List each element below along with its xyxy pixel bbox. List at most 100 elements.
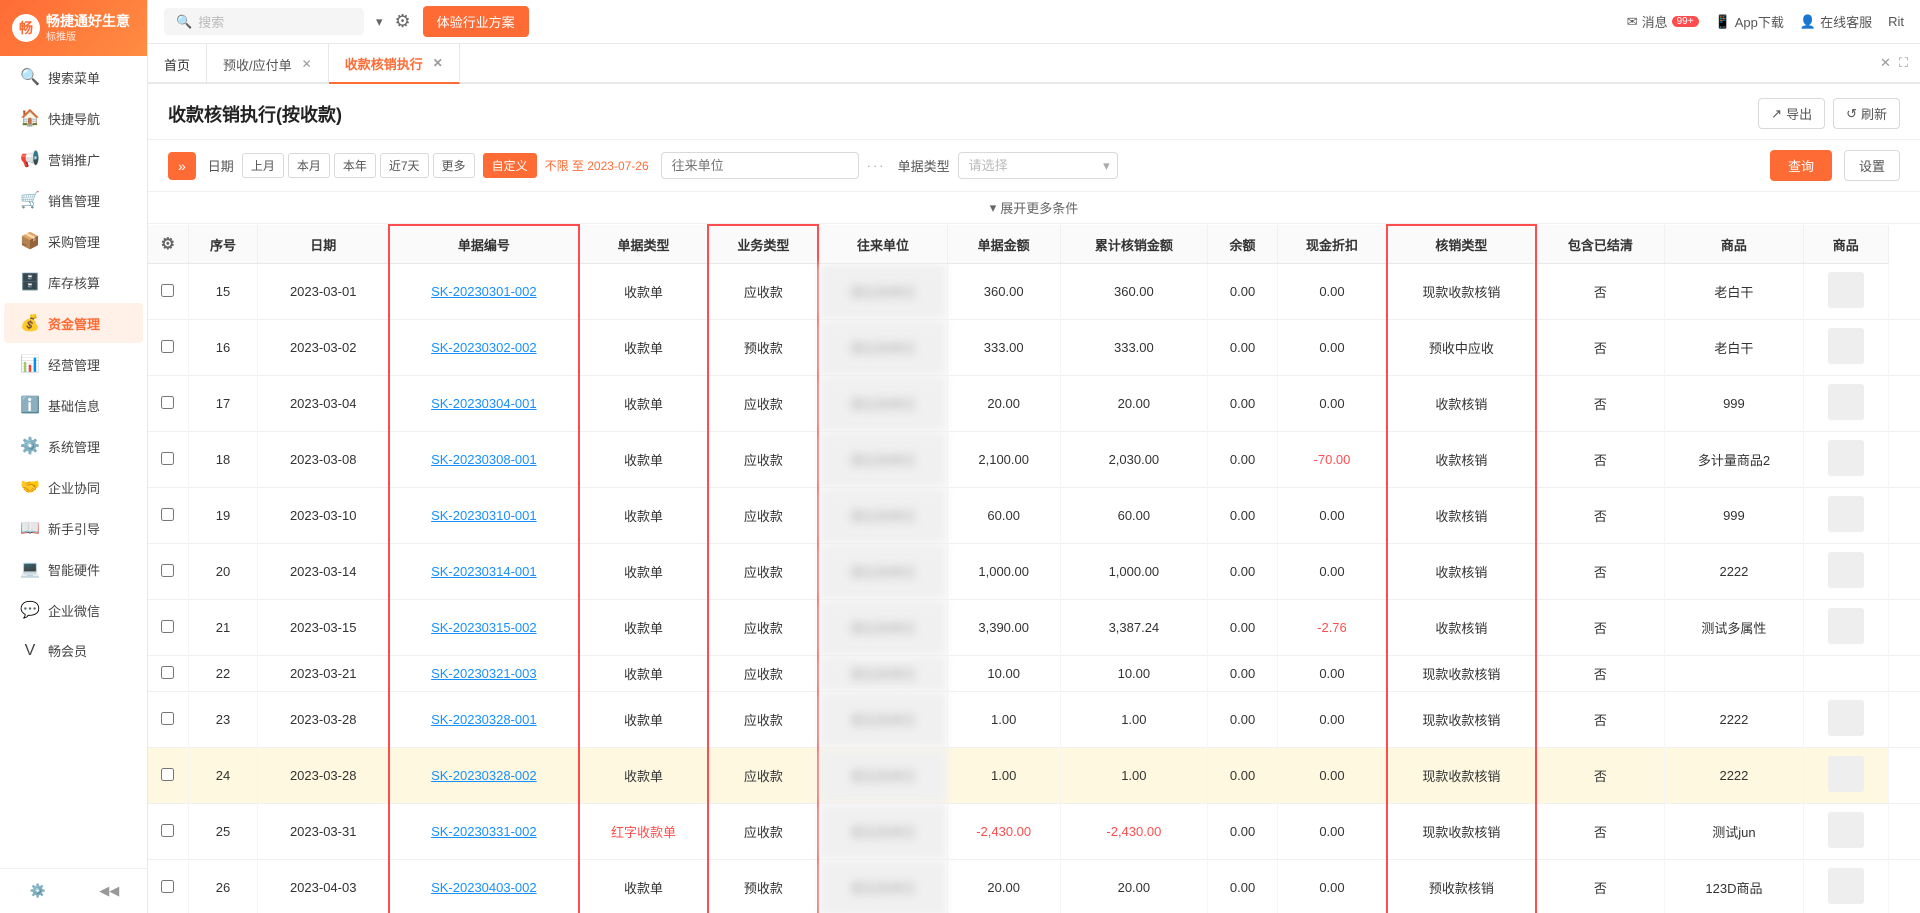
query-button[interactable]: 查询 xyxy=(1770,150,1832,181)
row-checkbox[interactable] xyxy=(161,768,174,781)
export-button[interactable]: ↗ 导出 xyxy=(1758,98,1825,129)
sidebar-item-system[interactable]: ⚙️系统管理 xyxy=(4,426,143,466)
tab-home[interactable]: 首页 xyxy=(148,44,207,84)
table-row: 182023-03-08SK-20230308-001收款单应收款某往来单位2,… xyxy=(148,432,1920,488)
cell-partner: 某往来单位 xyxy=(818,320,947,376)
cell-amount: 360.00 xyxy=(947,264,1060,320)
sidebar-item-member[interactable]: V畅会员 xyxy=(4,631,143,670)
cell-doc-number[interactable]: SK-20230315-002 xyxy=(389,600,579,656)
cell-date: 2023-03-04 xyxy=(258,376,389,432)
cell-verified-amount: 360.00 xyxy=(1060,264,1207,320)
sidebar-item-finance[interactable]: 💰资金管理 xyxy=(4,303,143,343)
tab-close-verify-execution[interactable]: ✕ xyxy=(433,56,443,70)
tab-verify-execution[interactable]: 收款核销执行✕ xyxy=(329,44,460,84)
cell-include-settled: 否 xyxy=(1536,432,1665,488)
row-checkbox[interactable] xyxy=(161,666,174,679)
row-checkbox[interactable] xyxy=(161,396,174,409)
cell-cash-discount: 0.00 xyxy=(1278,320,1387,376)
row-checkbox[interactable] xyxy=(161,508,174,521)
cell-verify-type: 现款收款核销 xyxy=(1387,656,1536,692)
partner-input[interactable] xyxy=(661,152,859,179)
row-checkbox[interactable] xyxy=(161,452,174,465)
date-btn-本年[interactable]: 本年 xyxy=(334,153,376,178)
cell-doc-number[interactable]: SK-20230321-003 xyxy=(389,656,579,692)
partner-more-btn[interactable]: ··· xyxy=(867,158,886,173)
expand-more-bar[interactable]: ▾ 展开更多条件 xyxy=(148,192,1920,224)
row-checkbox[interactable] xyxy=(161,880,174,893)
sidebar-item-inventory[interactable]: 🗄️库存核算 xyxy=(4,262,143,302)
sidebar-item-wechat[interactable]: 💬企业微信 xyxy=(4,590,143,630)
cell-doc-number[interactable]: SK-20230301-002 xyxy=(389,264,579,320)
cell-doc-number[interactable]: SK-20230302-002 xyxy=(389,320,579,376)
sidebar-item-sales[interactable]: 🛒销售管理 xyxy=(4,180,143,220)
online-service-action[interactable]: 👤 在线客服 xyxy=(1800,12,1872,31)
close-window-icon[interactable]: ✕ xyxy=(1880,55,1891,71)
filter-toggle-button[interactable]: » xyxy=(168,152,196,180)
cell-doc-number[interactable]: SK-20230331-002 xyxy=(389,804,579,860)
row-checkbox[interactable] xyxy=(161,564,174,577)
cell-doc-number[interactable]: SK-20230304-001 xyxy=(389,376,579,432)
user-avatar[interactable]: Rit xyxy=(1888,14,1904,29)
cell-no: 25 xyxy=(188,804,258,860)
row-checkbox[interactable] xyxy=(161,712,174,725)
tab-close-pre-receivable[interactable]: ✕ xyxy=(302,57,312,71)
cell-doc-number[interactable]: SK-20230328-001 xyxy=(389,692,579,748)
date-btn-本月[interactable]: 本月 xyxy=(288,153,330,178)
table-row: 242023-03-28SK-20230328-002收款单应收款某往来单位1.… xyxy=(148,748,1920,804)
cell-doc-number[interactable]: SK-20230403-002 xyxy=(389,860,579,913)
collapse-button[interactable]: ◀◀ xyxy=(76,877,144,905)
cell-doc-number[interactable]: SK-20230328-002 xyxy=(389,748,579,804)
sidebar-item-marketing[interactable]: 📢营销推广 xyxy=(4,139,143,179)
sidebar-item-hardware[interactable]: 💻智能硬件 xyxy=(4,549,143,589)
col-settings-icon[interactable]: ⚙ xyxy=(161,236,175,253)
tab-pre-receivable[interactable]: 预收/应付单✕ xyxy=(207,44,329,84)
cell-doc-type: 收款单 xyxy=(579,748,709,804)
cell-include-settled: 否 xyxy=(1536,488,1665,544)
date-btn-上月[interactable]: 上月 xyxy=(242,153,284,178)
cell-date: 2023-04-03 xyxy=(258,860,389,913)
cell-doc-number[interactable]: SK-20230310-001 xyxy=(389,488,579,544)
cell-doc-type: 收款单 xyxy=(579,488,709,544)
topbar-search[interactable]: 🔍 搜索 xyxy=(164,8,364,35)
sidebar-item-business[interactable]: 📊经营管理 xyxy=(4,344,143,384)
messages-label: 消息 xyxy=(1642,12,1668,31)
cell-doc-number[interactable]: SK-20230314-001 xyxy=(389,544,579,600)
gear-icon[interactable]: ⚙ xyxy=(395,11,411,32)
app-download-action[interactable]: 📱 App下载 xyxy=(1715,12,1784,31)
sidebar-label-cooperation: 企业协同 xyxy=(48,478,100,497)
refresh-button[interactable]: ↺ 刷新 xyxy=(1833,98,1900,129)
cell-doc-number[interactable]: SK-20230308-001 xyxy=(389,432,579,488)
cell-amount: 10.00 xyxy=(947,656,1060,692)
filter-bar: » 日期 上月本月本年近7天更多 自定义 不限 至 2023-07-26 ···… xyxy=(148,140,1920,192)
row-checkbox[interactable] xyxy=(161,284,174,297)
cell-date: 2023-03-28 xyxy=(258,748,389,804)
date-btn-更多[interactable]: 更多 xyxy=(433,153,475,178)
date-btn-近7天[interactable]: 近7天 xyxy=(380,153,429,178)
cell-goods: 999 xyxy=(1665,488,1804,544)
settings-filter-button[interactable]: 设置 xyxy=(1844,150,1900,181)
cell-include-settled: 否 xyxy=(1536,600,1665,656)
row-checkbox[interactable] xyxy=(161,620,174,633)
industry-btn[interactable]: 体验行业方案 xyxy=(423,6,529,37)
messages-action[interactable]: ✉ 消息 99+ xyxy=(1627,12,1699,31)
sidebar-item-shortcuts[interactable]: 🏠快捷导航 xyxy=(4,98,143,138)
doctype-select[interactable]: 请选择 xyxy=(958,152,1118,179)
cell-balance: 0.00 xyxy=(1208,656,1278,692)
sidebar-item-basic[interactable]: ℹ️基础信息 xyxy=(4,385,143,425)
cell-goods: 2222 xyxy=(1665,692,1804,748)
row-checkbox[interactable] xyxy=(161,340,174,353)
custom-date-btn[interactable]: 自定义 xyxy=(483,153,537,178)
cell-verify-type: 收款核销 xyxy=(1387,376,1536,432)
procurement-icon: 📦 xyxy=(20,231,40,251)
th-doc-type: 单据类型 xyxy=(579,225,709,264)
cell-balance: 0.00 xyxy=(1208,488,1278,544)
row-checkbox[interactable] xyxy=(161,824,174,837)
sidebar-label-marketing: 营销推广 xyxy=(48,150,100,169)
settings-button[interactable]: ⚙️ xyxy=(4,877,72,905)
sidebar-item-search[interactable]: 🔍搜索菜单 xyxy=(4,57,143,97)
sidebar-item-procurement[interactable]: 📦采购管理 xyxy=(4,221,143,261)
sidebar-item-cooperation[interactable]: 🤝企业协同 xyxy=(4,467,143,507)
dropdown-arrow[interactable]: ▾ xyxy=(376,14,383,30)
sidebar-item-guide[interactable]: 📖新手引导 xyxy=(4,508,143,548)
maximize-icon[interactable]: ⛶ xyxy=(1899,55,1908,71)
